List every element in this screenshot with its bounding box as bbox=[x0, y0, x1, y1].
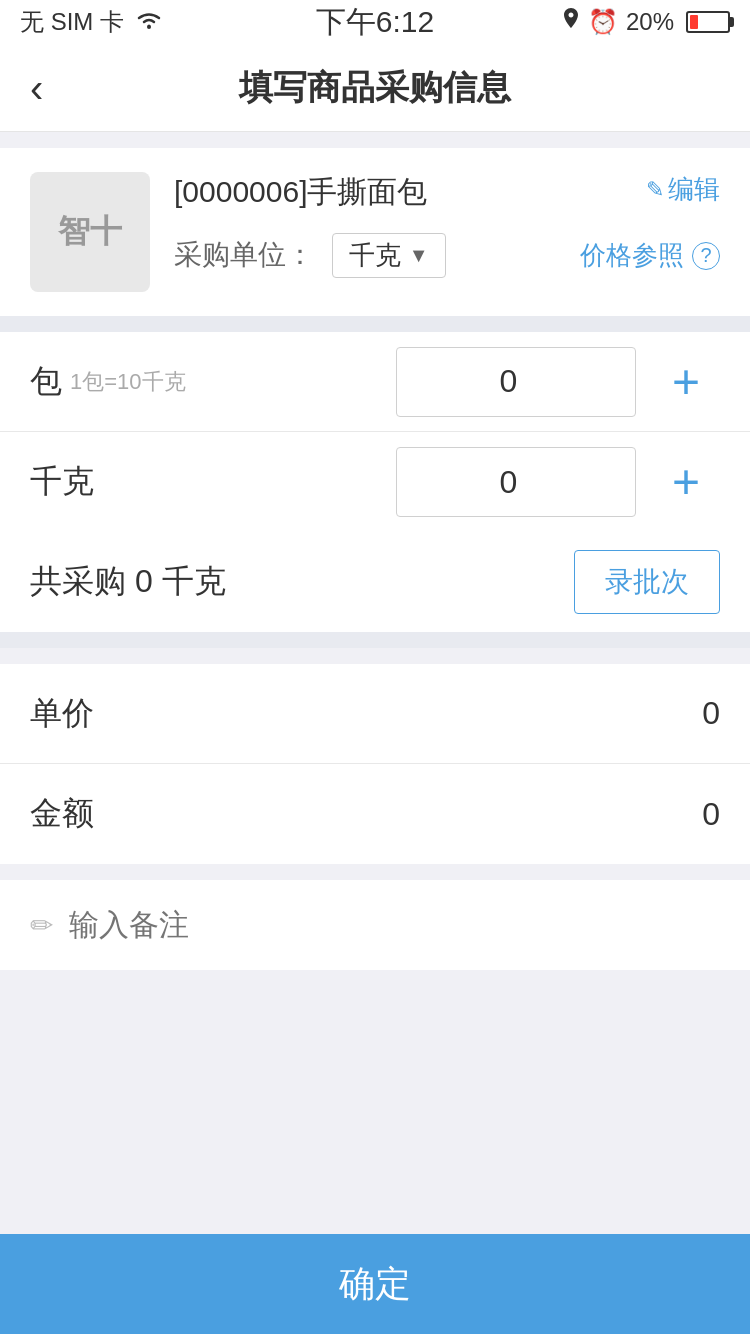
batch-button[interactable]: 录批次 bbox=[574, 550, 720, 614]
amount-value: 0 bbox=[702, 796, 720, 833]
location-icon bbox=[562, 8, 580, 36]
edit-icon: ✎ bbox=[646, 177, 664, 203]
confirm-label: 确定 bbox=[339, 1260, 411, 1309]
summary-text: 共采购 0 千克 bbox=[30, 560, 226, 604]
product-name: [0000006]手撕面包 bbox=[174, 172, 427, 213]
battery-icon bbox=[686, 11, 730, 33]
price-reference-button[interactable]: 价格参照 ? bbox=[580, 238, 720, 273]
unit-price-value: 0 bbox=[702, 695, 720, 732]
status-left: 无 SIM 卡 bbox=[20, 6, 164, 38]
confirm-button[interactable]: 确定 bbox=[0, 1234, 750, 1334]
bag-input-row: 包 1包=10千克 + bbox=[0, 332, 750, 432]
divider-1 bbox=[0, 316, 750, 332]
sim-text: 无 SIM 卡 bbox=[20, 6, 124, 38]
input-section: 包 1包=10千克 + 千克 + bbox=[0, 332, 750, 532]
status-right: ⏰ 20% bbox=[562, 8, 730, 36]
unit-selector: 采购单位： 千克 ▼ bbox=[174, 233, 446, 278]
divider-2 bbox=[0, 632, 750, 648]
wifi-icon bbox=[134, 8, 164, 36]
kg-input[interactable] bbox=[396, 447, 636, 517]
summary-row: 共采购 0 千克 录批次 bbox=[0, 532, 750, 632]
dropdown-arrow-icon: ▼ bbox=[409, 244, 429, 267]
edit-button[interactable]: ✎ 编辑 bbox=[646, 172, 720, 207]
kg-input-row: 千克 + bbox=[0, 432, 750, 532]
price-section: 单价 0 金额 0 bbox=[0, 664, 750, 864]
content-spacer bbox=[0, 970, 750, 1170]
help-icon: ? bbox=[692, 242, 720, 270]
unit-price-row: 单价 0 bbox=[0, 664, 750, 764]
product-image: 智十 bbox=[30, 172, 150, 292]
edit-label: 编辑 bbox=[668, 172, 720, 207]
bag-label: 包 bbox=[30, 360, 62, 404]
product-card: 智十 [0000006]手撕面包 ✎ 编辑 采购单位： 千克 ▼ bbox=[0, 148, 750, 316]
kg-label: 千克 bbox=[30, 460, 94, 504]
kg-plus-button[interactable]: + bbox=[652, 447, 720, 517]
product-logo: 智十 bbox=[58, 210, 122, 254]
pencil-icon: ✏ bbox=[30, 909, 53, 942]
status-time: 下午6:12 bbox=[316, 2, 434, 43]
bag-plus-button[interactable]: + bbox=[652, 347, 720, 417]
bag-input[interactable] bbox=[396, 347, 636, 417]
nav-bar: ‹ 填写商品采购信息 bbox=[0, 44, 750, 132]
battery-percent: 20% bbox=[626, 8, 674, 36]
amount-row: 金额 0 bbox=[0, 764, 750, 864]
product-header: [0000006]手撕面包 ✎ 编辑 bbox=[174, 172, 720, 213]
status-bar: 无 SIM 卡 下午6:12 ⏰ 20% bbox=[0, 0, 750, 44]
unit-value: 千克 bbox=[349, 238, 401, 273]
price-ref-label: 价格参照 bbox=[580, 238, 684, 273]
product-info: [0000006]手撕面包 ✎ 编辑 采购单位： 千克 ▼ 价格参照 ? bbox=[174, 172, 720, 278]
product-unit: 采购单位： 千克 ▼ 价格参照 ? bbox=[174, 233, 720, 278]
back-button[interactable]: ‹ bbox=[30, 68, 43, 108]
svg-point-0 bbox=[147, 25, 151, 29]
remark-section: ✏ bbox=[0, 880, 750, 970]
alarm-icon: ⏰ bbox=[588, 8, 618, 36]
remark-input[interactable] bbox=[69, 908, 720, 942]
page-title: 填写商品采购信息 bbox=[239, 65, 511, 111]
unit-label: 采购单位： bbox=[174, 239, 314, 270]
bag-sub-label: 1包=10千克 bbox=[70, 367, 186, 397]
amount-label: 金额 bbox=[30, 792, 94, 836]
unit-dropdown[interactable]: 千克 ▼ bbox=[332, 233, 446, 278]
unit-price-label: 单价 bbox=[30, 692, 94, 736]
